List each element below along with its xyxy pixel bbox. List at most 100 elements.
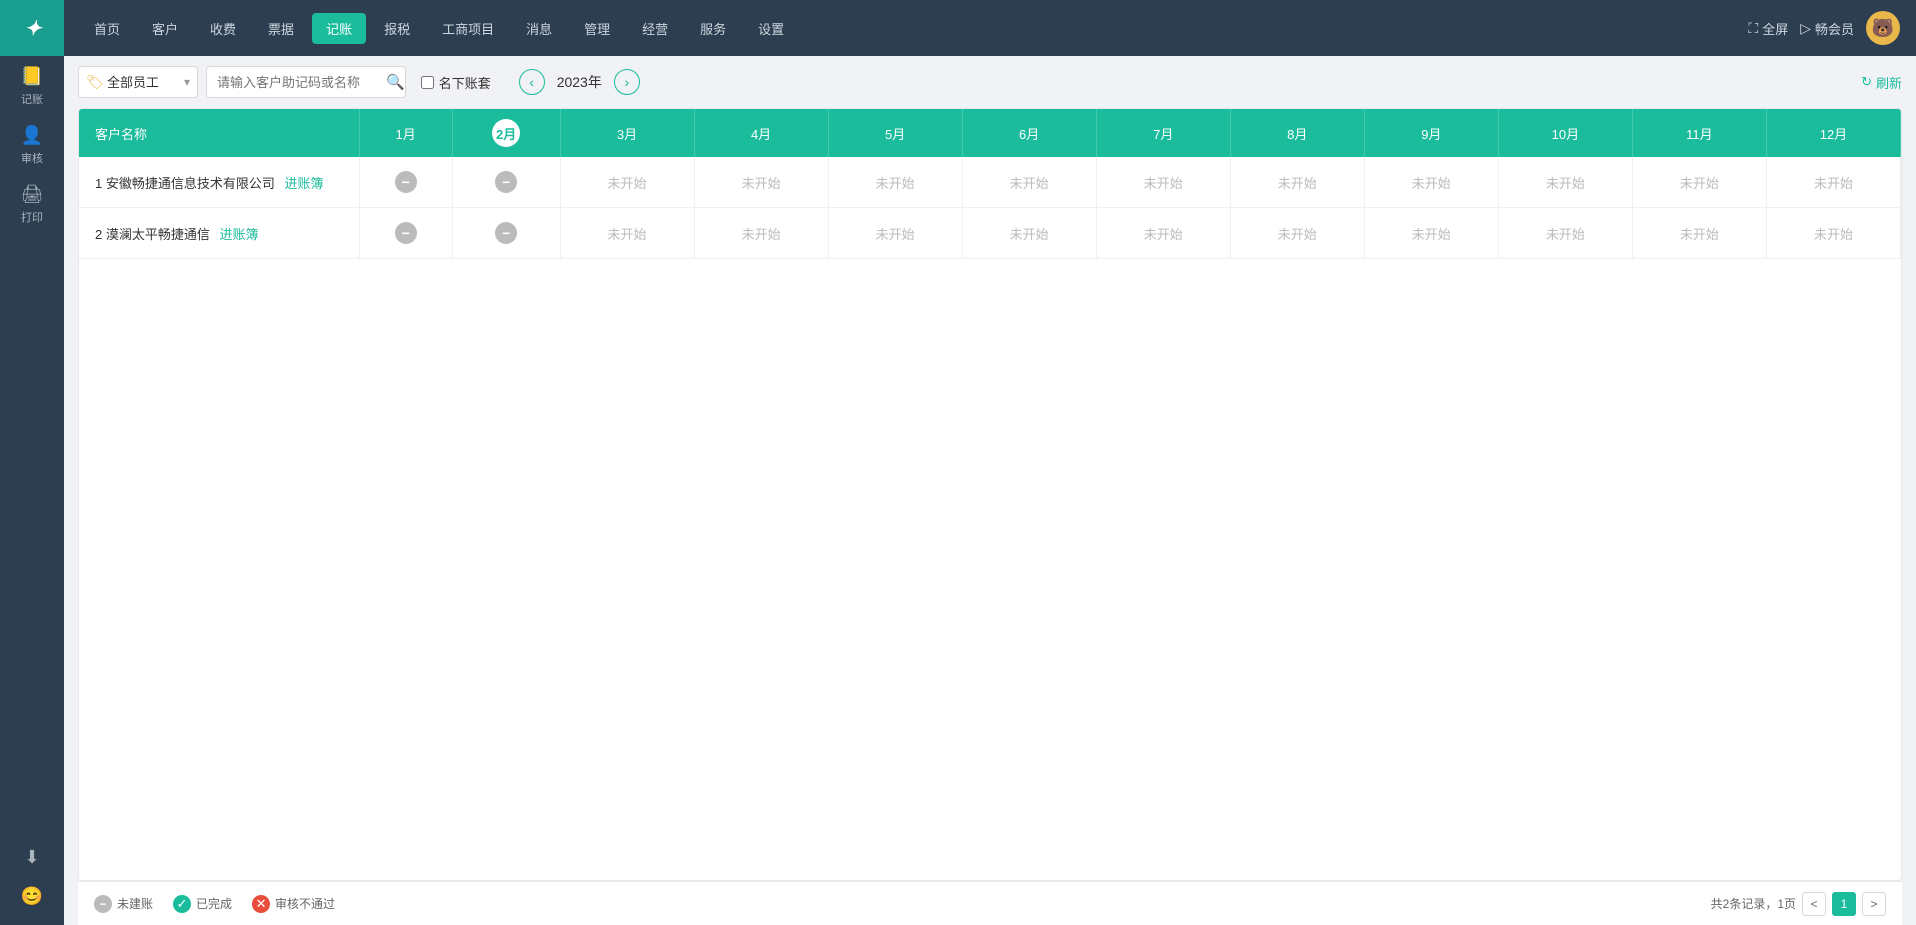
status-dash-icon: −	[495, 222, 517, 244]
not-started-text: 未开始	[1010, 227, 1049, 242]
nav-operation[interactable]: 经营	[628, 13, 682, 44]
row-index: 2	[95, 227, 102, 242]
month-cell-11: 未开始	[1632, 157, 1766, 208]
checkbox-text: 名下账套	[439, 73, 491, 92]
row-index: 1	[95, 176, 102, 191]
not-started-text: 未开始	[1144, 176, 1183, 191]
col-client: 客户名称	[79, 109, 359, 157]
sidebar-item-print[interactable]: 🖨 打印	[0, 174, 64, 233]
col-jun: 6月	[962, 109, 1096, 157]
legend-completed: ✓ 已完成	[173, 895, 232, 913]
not-started-text: 未开始	[1546, 176, 1585, 191]
month-cell-2: −	[452, 208, 560, 259]
nav-tax[interactable]: 报税	[370, 13, 424, 44]
not-started-text: 未开始	[1814, 227, 1853, 242]
not-built-icon: −	[94, 895, 112, 913]
sidebar-item-download[interactable]: ⬇	[0, 837, 64, 876]
not-started-text: 未开始	[876, 176, 915, 191]
nav-billing[interactable]: 收费	[196, 13, 250, 44]
not-started-text: 未开始	[742, 176, 781, 191]
prev-page-button[interactable]: <	[1802, 892, 1826, 916]
not-started-text: 未开始	[1680, 176, 1719, 191]
next-year-button[interactable]: ›	[614, 69, 640, 95]
search-icon[interactable]: 🔍	[386, 73, 405, 91]
footer-right: 共2条记录，1页 < 1 >	[1711, 892, 1886, 916]
nav-service[interactable]: 服务	[686, 13, 740, 44]
sidebar-item-audit[interactable]: 👤 审核	[0, 115, 64, 174]
month-cell-9: 未开始	[1364, 157, 1498, 208]
refresh-button[interactable]: ↻ 刷新	[1861, 73, 1902, 92]
not-started-text: 未开始	[1278, 227, 1317, 242]
fullscreen-button[interactable]: ⛶ 全屏	[1748, 19, 1788, 38]
footer: − 未建账 ✓ 已完成 ✕ 审核不通过 共2条记录，1页 < 1 >	[78, 881, 1902, 925]
sidebar-ledger-label: 记账	[21, 91, 43, 107]
completed-icon: ✓	[173, 895, 191, 913]
col-apr: 4月	[694, 109, 828, 157]
client-name-cell: 1 安徽畅捷通信息技术有限公司 进账簿	[79, 157, 359, 208]
nav-manage[interactable]: 管理	[570, 13, 624, 44]
topnav: 首页 客户 收费 票据 记账 报税 工商项目 消息 管理 经营 服务 设置 ⛶ …	[64, 0, 1916, 56]
nav-settings[interactable]: 设置	[744, 13, 798, 44]
not-started-text: 未开始	[1278, 176, 1317, 191]
nav-customer[interactable]: 客户	[138, 13, 192, 44]
sidebar-print-label: 打印	[21, 209, 43, 225]
status-dash-icon: −	[495, 171, 517, 193]
nav-invoice[interactable]: 票据	[254, 13, 308, 44]
app-logo: ✦	[0, 0, 64, 56]
nav-business[interactable]: 工商项目	[428, 13, 508, 44]
month-cell-10: 未开始	[1498, 208, 1632, 259]
not-built-label: 未建账	[117, 895, 153, 912]
current-page-button[interactable]: 1	[1832, 892, 1856, 916]
not-started-text: 未开始	[1412, 227, 1451, 242]
employee-icon: 🏷	[86, 74, 104, 91]
not-started-text: 未开始	[608, 176, 647, 191]
sidebar-item-support[interactable]: 😊	[0, 876, 64, 915]
year-nav: ‹ 2023年 ›	[519, 69, 640, 95]
checkbox-label[interactable]: 名下账套	[421, 73, 491, 92]
user-avatar[interactable]: 🐻	[1866, 11, 1900, 45]
table-row: 1 安徽畅捷通信息技术有限公司 进账簿−−未开始未开始未开始未开始未开始未开始未…	[79, 157, 1901, 208]
member-button[interactable]: ▷ 畅会员	[1800, 19, 1854, 38]
col-jan: 1月	[359, 109, 452, 157]
not-started-text: 未开始	[1144, 227, 1183, 242]
nav-home[interactable]: 首页	[80, 13, 134, 44]
not-started-text: 未开始	[1010, 176, 1049, 191]
month-cell-5: 未开始	[828, 208, 962, 259]
main-container: 首页 客户 收费 票据 记账 报税 工商项目 消息 管理 经营 服务 设置 ⛶ …	[64, 0, 1916, 925]
col-may: 5月	[828, 109, 962, 157]
status-dash-icon: −	[395, 222, 417, 244]
month-cell-4: 未开始	[694, 157, 828, 208]
next-page-button[interactable]: >	[1862, 892, 1886, 916]
col-mar: 3月	[560, 109, 694, 157]
content-area: 🏷 全部员工 ▾ 🔍 名下账套 ‹ 2023年 › ↻ 刷新	[64, 56, 1916, 925]
sidebar-item-ledger[interactable]: 📒 记账	[0, 56, 64, 115]
search-input[interactable]	[206, 66, 406, 98]
month-cell-3: 未开始	[560, 208, 694, 259]
print-icon: 🖨	[21, 184, 44, 205]
month-cell-12: 未开始	[1766, 208, 1900, 259]
prev-year-button[interactable]: ‹	[519, 69, 545, 95]
month-cell-2: −	[452, 157, 560, 208]
not-started-text: 未开始	[1546, 227, 1585, 242]
rejected-label: 审核不通过	[275, 895, 335, 912]
toolbar: 🏷 全部员工 ▾ 🔍 名下账套 ‹ 2023年 › ↻ 刷新	[78, 66, 1902, 98]
subset-checkbox[interactable]	[421, 76, 434, 89]
col-sep: 9月	[1364, 109, 1498, 157]
month-cell-7: 未开始	[1096, 157, 1230, 208]
client-name-cell: 2 漠澜太平畅捷通信 进账簿	[79, 208, 359, 259]
col-jul: 7月	[1096, 109, 1230, 157]
audit-icon: 👤	[21, 125, 43, 146]
nav-ledger[interactable]: 记账	[312, 13, 366, 44]
month-cell-8: 未开始	[1230, 157, 1364, 208]
not-started-text: 未开始	[1412, 176, 1451, 191]
legend-not-built: − 未建账	[94, 895, 153, 913]
not-started-text: 未开始	[876, 227, 915, 242]
enter-ledger-link[interactable]: 进账簿	[285, 176, 324, 191]
total-records-text: 共2条记录，1页	[1711, 895, 1796, 912]
sidebar-bottom: ⬇ 😊	[0, 837, 64, 925]
month-cell-5: 未开始	[828, 157, 962, 208]
table-row: 2 漠澜太平畅捷通信 进账簿 − − 未开始 未开始 未开始 未开始 未开始 未开始 未开始 未开始…	[79, 208, 1901, 259]
enter-ledger-link[interactable]: 进账簿	[220, 227, 259, 242]
nav-message[interactable]: 消息	[512, 13, 566, 44]
member-icon: ▷	[1800, 20, 1811, 37]
